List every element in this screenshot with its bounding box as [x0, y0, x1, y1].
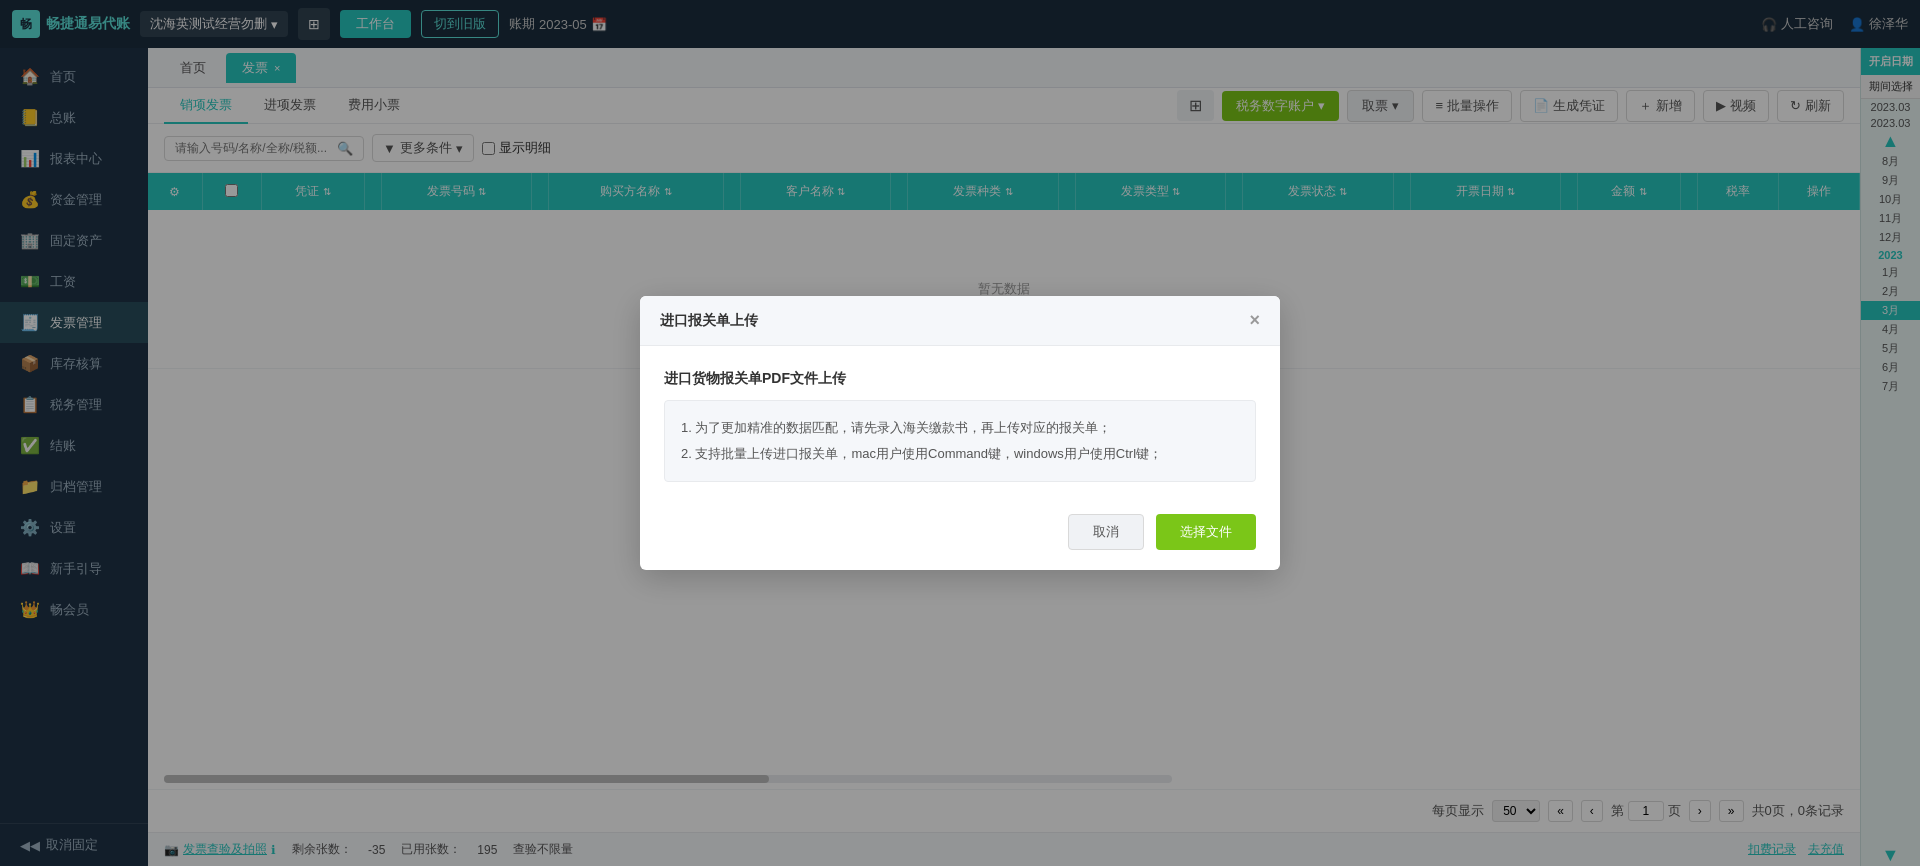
upload-title: 进口货物报关单PDF文件上传 [664, 370, 1256, 388]
modal-overlay: 进口报关单上传 × 进口货物报关单PDF文件上传 1. 为了更加精准的数据匹配，… [0, 0, 1920, 866]
dialog-body: 进口货物报关单PDF文件上传 1. 为了更加精准的数据匹配，请先录入海关缴款书，… [640, 346, 1280, 498]
info-line-1: 1. 为了更加精准的数据匹配，请先录入海关缴款书，再上传对应的报关单； [681, 415, 1239, 441]
info-box: 1. 为了更加精准的数据匹配，请先录入海关缴款书，再上传对应的报关单； 2. 支… [664, 400, 1256, 482]
dialog-title: 进口报关单上传 [660, 312, 758, 330]
dialog-header: 进口报关单上传 × [640, 296, 1280, 346]
dialog-close-button[interactable]: × [1249, 310, 1260, 331]
import-dialog: 进口报关单上传 × 进口货物报关单PDF文件上传 1. 为了更加精准的数据匹配，… [640, 296, 1280, 570]
dialog-cancel-button[interactable]: 取消 [1068, 514, 1144, 550]
info-line-2: 2. 支持批量上传进口报关单，mac用户使用Command键，windows用户… [681, 441, 1239, 467]
dialog-footer: 取消 选择文件 [640, 498, 1280, 570]
dialog-select-file-button[interactable]: 选择文件 [1156, 514, 1256, 550]
